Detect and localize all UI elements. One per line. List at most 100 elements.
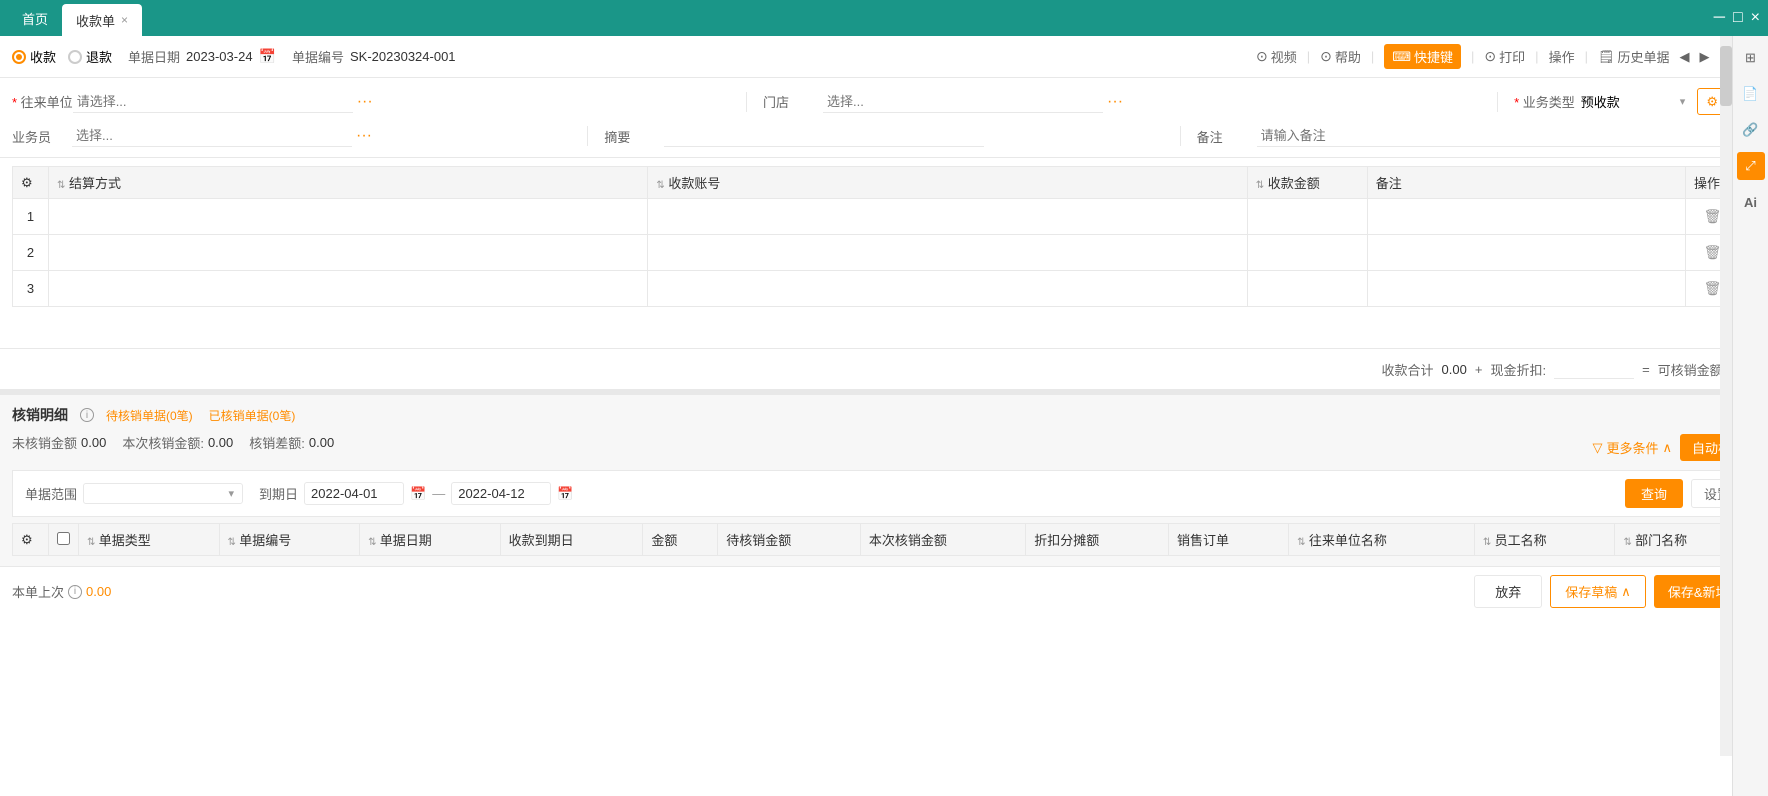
calendar-icon[interactable]: 📅	[259, 48, 276, 65]
verify-tabs: 待核销单据(0笔) 已核销单据(0笔)	[106, 407, 295, 424]
row-3-amount[interactable]	[1247, 271, 1367, 307]
nav-right-btn[interactable]: ▶	[1700, 49, 1710, 65]
row-2-account[interactable]	[648, 235, 1247, 271]
tab-receipt-label: 收款单	[76, 11, 115, 30]
close-window-icon[interactable]: ×	[1751, 9, 1760, 27]
row-1-settle[interactable]	[49, 199, 648, 235]
calendar-from-icon[interactable]: 📅	[410, 486, 426, 502]
tab-receipt[interactable]: 收款单 ×	[62, 4, 142, 36]
unchecked-value: 0.00	[81, 435, 106, 450]
bt-order-header: 销售订单	[1169, 524, 1289, 556]
scrollbar[interactable]	[1720, 36, 1732, 756]
row-3-settle[interactable]	[49, 271, 648, 307]
nav-left-btn[interactable]: ◀	[1680, 49, 1690, 65]
tab-pending[interactable]: 待核销单据(0笔)	[106, 407, 193, 424]
tab-close-icon[interactable]: ×	[121, 13, 128, 27]
ai-label: Ai	[1744, 195, 1757, 210]
keyboard-icon: ⌨	[1392, 49, 1411, 65]
query-button[interactable]: 查询	[1625, 479, 1683, 508]
sidebar-table-icon[interactable]: ⊞	[1737, 44, 1765, 72]
row-2-delete-icon[interactable]: 🗑	[1704, 244, 1722, 261]
date-from-input[interactable]	[304, 482, 404, 505]
sidebar-doc-icon[interactable]: 📄	[1737, 80, 1765, 108]
bottom-table-container: ⚙ ⇅ 单据类型 ⇅ 单据编号	[12, 523, 1756, 556]
current-value: 0.00	[208, 435, 233, 450]
save-draft-button[interactable]: 保存草稿 ∧	[1550, 575, 1646, 608]
bt-gear-header[interactable]: ⚙	[13, 524, 49, 556]
more-conditions-btn[interactable]: ▽ 更多条件 ∧	[1592, 438, 1672, 457]
date-to-input[interactable]	[451, 482, 551, 505]
shortcut-button[interactable]: ⌨ 快捷键	[1384, 44, 1461, 69]
plus-sign: +	[1475, 362, 1483, 377]
partner-more-icon[interactable]: ···	[353, 93, 377, 111]
row-num-2: 2	[13, 235, 49, 271]
tab-done[interactable]: 已核销单据(0笔)	[209, 407, 296, 424]
summary-input[interactable]	[664, 125, 984, 147]
col-settle-header: ⇅ 结算方式	[49, 167, 648, 199]
row-3-account[interactable]	[648, 271, 1247, 307]
table-row: 1 🗑 ⧉	[13, 199, 1756, 235]
row-2-settle[interactable]	[49, 235, 648, 271]
staff-more-icon[interactable]: ···	[352, 127, 376, 145]
calendar-to-icon[interactable]: 📅	[557, 486, 573, 502]
row-1-amount[interactable]	[1247, 199, 1367, 235]
verify-info-icon[interactable]: i	[80, 408, 94, 422]
store-input[interactable]	[823, 91, 1103, 113]
row-1-account[interactable]	[648, 199, 1247, 235]
biz-type-label: 业务类型	[1514, 92, 1575, 111]
summary-field-group: 摘要	[604, 125, 1163, 147]
abandon-button[interactable]: 放弃	[1474, 575, 1542, 608]
staff-input[interactable]	[72, 125, 352, 147]
scrollbar-thumb[interactable]	[1720, 46, 1732, 106]
sidebar-expand-icon[interactable]: ⤢	[1737, 152, 1765, 180]
bt-discount-header: 折扣分摊额	[1026, 524, 1169, 556]
help-icon: ⊙	[1320, 48, 1332, 65]
video-link[interactable]: ⊙ 视频	[1256, 47, 1297, 66]
form-area: 往来单位 ··· 门店 ··· 业务类型 预收款 ▾ ⚙ 设置	[0, 78, 1768, 158]
divider2	[1497, 92, 1498, 112]
tab-home-label: 首页	[22, 9, 48, 28]
maximize-icon[interactable]: □	[1733, 9, 1743, 27]
footer-info-icon[interactable]: i	[68, 585, 82, 599]
unchecked-label: 未核销金额	[12, 433, 77, 452]
bt-pending-header: 待核销金额	[718, 524, 861, 556]
radio-refund-label: 退款	[86, 47, 112, 66]
staff-field-group: 业务员 ···	[12, 125, 571, 147]
history-link[interactable]: 🗒 历史单据	[1598, 47, 1670, 66]
operation-link[interactable]: 操作	[1549, 47, 1575, 66]
biz-type-chevron[interactable]: ▾	[1680, 95, 1686, 108]
discount-input[interactable]	[1554, 359, 1634, 379]
note-input[interactable]	[1257, 125, 1756, 147]
footer-info: 本单上次 i 0.00	[12, 582, 111, 601]
tab-home[interactable]: 首页	[8, 0, 62, 36]
row-1-note[interactable]	[1367, 199, 1685, 235]
partner-input[interactable]	[73, 91, 353, 113]
radio-refund[interactable]: 退款	[68, 47, 112, 66]
bt-current-header: 本次核销金额	[860, 524, 1025, 556]
row-3-note[interactable]	[1367, 271, 1685, 307]
row-2-amount[interactable]	[1247, 235, 1367, 271]
radio-receive[interactable]: 收款	[12, 47, 56, 66]
range-label: 单据范围	[25, 484, 77, 503]
store-field-group: 门店 ···	[763, 91, 1481, 113]
help-link[interactable]: ⊙ 帮助	[1320, 47, 1361, 66]
radio-receive-label: 收款	[30, 47, 56, 66]
store-more-icon[interactable]: ···	[1103, 93, 1127, 111]
row-1-delete-icon[interactable]: 🗑	[1704, 208, 1722, 225]
range-select[interactable]: ▾	[83, 483, 243, 504]
table-gear-header[interactable]: ⚙	[13, 167, 49, 199]
col-account-header: ⇅ 收款账号	[648, 167, 1247, 199]
divider3	[587, 126, 588, 146]
current-stat: 本次核销金额: 0.00	[122, 433, 233, 452]
equals-sign: =	[1642, 362, 1650, 377]
bt-check-all[interactable]	[57, 532, 70, 545]
row-2-note[interactable]	[1367, 235, 1685, 271]
current-label: 本次核销金额:	[122, 433, 204, 452]
row-3-delete-icon[interactable]: 🗑	[1704, 280, 1722, 297]
print-link[interactable]: ⊙ 打印	[1484, 47, 1525, 66]
minimize-icon[interactable]: ─	[1714, 9, 1725, 27]
tab-bar: 首页 收款单 × ─ □ ×	[0, 0, 1768, 36]
row-num-3: 3	[13, 271, 49, 307]
sidebar-link-icon[interactable]: 🔗	[1737, 116, 1765, 144]
sidebar-ai-btn[interactable]: Ai	[1737, 188, 1765, 216]
